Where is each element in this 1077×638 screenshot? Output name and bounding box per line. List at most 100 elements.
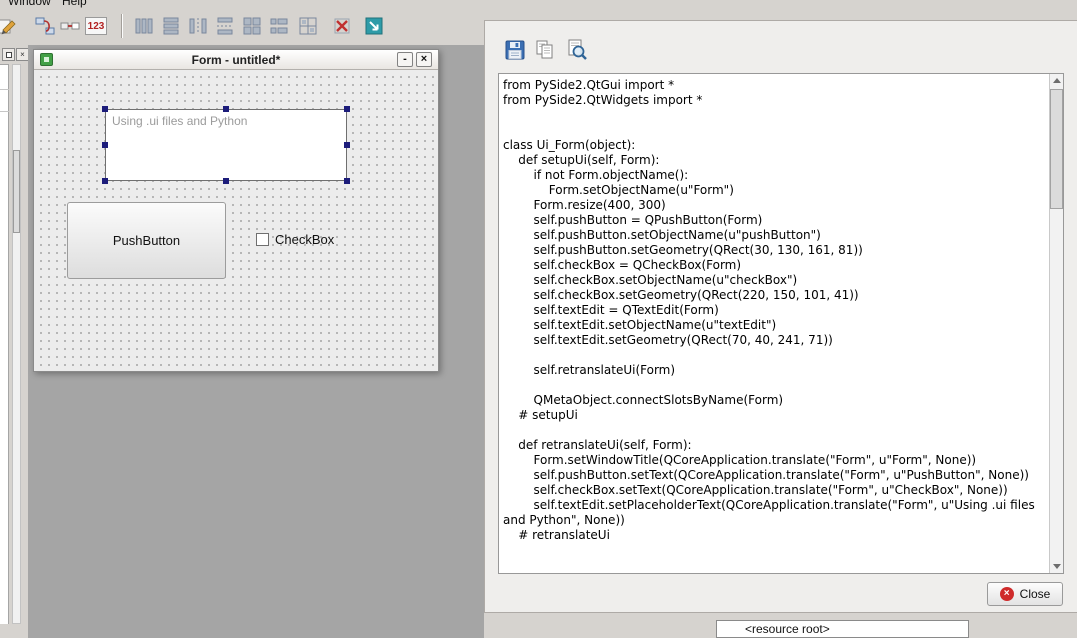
resource-browser: <resource root> [716, 620, 969, 638]
save-code-button[interactable] [501, 36, 529, 64]
checkbox-widget[interactable]: CheckBox [256, 232, 334, 247]
code-line: self.textEdit = QTextEdit(Form) [503, 303, 1049, 318]
code-line: # setupUi [503, 408, 1049, 423]
code-line: # retranslateUi [503, 528, 1049, 543]
find-in-code-button[interactable] [563, 36, 591, 64]
layout-horizontal-splitter-icon [187, 15, 209, 37]
textedit-placeholder: Using .ui files and Python [112, 114, 247, 128]
form-canvas[interactable]: Using .ui files and Python PushButton Ch… [34, 70, 438, 371]
simplify-grid-layout-button[interactable] [295, 12, 321, 40]
code-line: self.textEdit.setGeometry(QRect(70, 40, … [503, 333, 1049, 348]
copy-code-button[interactable] [531, 36, 559, 64]
menu-help[interactable]: Help [62, 0, 87, 8]
form-close-button[interactable]: × [416, 52, 432, 67]
code-line: Form.setObjectName(u"Form") [503, 183, 1049, 198]
textedit-widget[interactable]: Using .ui files and Python [105, 109, 347, 181]
form-titlebar[interactable]: Form - untitled* - × [34, 50, 438, 70]
dock-divider [0, 89, 9, 90]
code-line [503, 423, 1049, 438]
layout-grid-icon [241, 15, 263, 37]
toolbar-separator [121, 14, 123, 38]
edit-signals-slots-button[interactable] [32, 12, 58, 40]
layout-form-button[interactable] [266, 12, 292, 40]
code-line: self.checkBox.setObjectName(u"checkBox") [503, 273, 1049, 288]
dock-scrollbar[interactable] [12, 64, 21, 624]
form-editor-window: Form - untitled* - × Using .ui files and… [33, 49, 439, 372]
toolbar: 123 [0, 10, 480, 45]
form-window-title: Form - untitled* [34, 53, 438, 67]
menubar: Window Help [0, 0, 1077, 9]
layout-vertical-button[interactable] [158, 12, 184, 40]
simplify-grid-layout-icon [297, 15, 319, 37]
code-line: self.pushButton.setObjectName(u"pushButt… [503, 228, 1049, 243]
code-line: self.retranslateUi(Form) [503, 363, 1049, 378]
layout-horizontal-icon [133, 15, 155, 37]
dock-float-button[interactable] [2, 48, 15, 61]
close-button-label: Close [1020, 587, 1051, 601]
search-icon [565, 38, 589, 62]
form-minimize-button[interactable]: - [397, 52, 413, 67]
adjust-size-button[interactable] [361, 12, 387, 40]
selection-handle-top-left[interactable] [102, 106, 108, 112]
code-line: self.checkBox.setText(QCoreApplication.t… [503, 483, 1049, 498]
edit-buddies-icon [59, 15, 81, 37]
code-line: Form.resize(400, 300) [503, 198, 1049, 213]
code-line [503, 348, 1049, 363]
left-dock-fragment: × [0, 45, 28, 638]
code-line: def setupUi(self, Form): [503, 153, 1049, 168]
checkbox-indicator-icon [256, 233, 269, 246]
layout-vertical-icon [160, 15, 182, 37]
code-scrollbar[interactable] [1049, 74, 1063, 573]
code-line: from PySide2.QtGui import * [503, 78, 1049, 93]
code-scrollbar-thumb[interactable] [1050, 89, 1063, 209]
resource-root-item[interactable]: <resource root> [745, 622, 968, 636]
code-line [503, 108, 1049, 123]
selection-handle-middle-left[interactable] [102, 142, 108, 148]
code-line: Form.setWindowTitle(QCoreApplication.tra… [503, 453, 1049, 468]
code-line: self.checkBox = QCheckBox(Form) [503, 258, 1049, 273]
dock-divider [0, 111, 9, 112]
edit-widgets-icon [0, 15, 17, 37]
code-line: class Ui_Form(object): [503, 138, 1049, 153]
layout-form-icon [268, 15, 290, 37]
code-view: from PySide2.QtGui import *from PySide2.… [498, 73, 1064, 574]
break-layout-button[interactable] [329, 12, 355, 40]
edit-widgets-button[interactable] [0, 12, 19, 40]
scrollbar-up-arrow-icon[interactable] [1050, 74, 1063, 87]
selection-handle-middle-right[interactable] [344, 142, 350, 148]
selection-handle-bottom-right[interactable] [344, 178, 350, 184]
qt-designer-window: Window Help 123 [0, 0, 1077, 638]
save-icon [503, 38, 527, 62]
layout-grid-button[interactable] [239, 12, 265, 40]
dock-scrollbar-thumb[interactable] [13, 150, 20, 233]
selection-handle-top-right[interactable] [344, 106, 350, 112]
selection-handle-bottom-left[interactable] [102, 178, 108, 184]
layout-vertical-splitter-button[interactable] [212, 12, 238, 40]
code-line: self.pushButton.setGeometry(QRect(30, 13… [503, 243, 1049, 258]
copy-icon [533, 38, 557, 62]
selection-handle-bottom-middle[interactable] [223, 178, 229, 184]
close-button[interactable]: × Close [987, 582, 1063, 606]
scrollbar-down-arrow-icon[interactable] [1050, 560, 1063, 573]
selection-handle-top-middle[interactable] [223, 106, 229, 112]
checkbox-label: CheckBox [275, 232, 334, 247]
edit-buddies-button[interactable] [57, 12, 83, 40]
menu-window[interactable]: Window [8, 0, 51, 8]
dock-content-edge [0, 64, 9, 624]
code-line [503, 378, 1049, 393]
layout-horizontal-button[interactable] [131, 12, 157, 40]
adjust-size-icon [363, 15, 385, 37]
close-icon: × [1000, 587, 1014, 601]
layout-horizontal-splitter-button[interactable] [185, 12, 211, 40]
edit-signals-slots-icon [34, 15, 56, 37]
mdi-area: Form - untitled* - × Using .ui files and… [28, 45, 484, 638]
code-line: and Python", None)) [503, 513, 1049, 528]
code-text[interactable]: from PySide2.QtGui import *from PySide2.… [499, 74, 1049, 573]
bottom-dock-area: <resource root> [484, 613, 1077, 638]
code-line: self.textEdit.setObjectName(u"textEdit") [503, 318, 1049, 333]
code-line [503, 123, 1049, 138]
float-icon [6, 52, 12, 58]
edit-tab-order-button[interactable]: 123 [83, 12, 109, 40]
break-layout-icon [331, 15, 353, 37]
pushbutton-widget[interactable]: PushButton [67, 202, 226, 279]
